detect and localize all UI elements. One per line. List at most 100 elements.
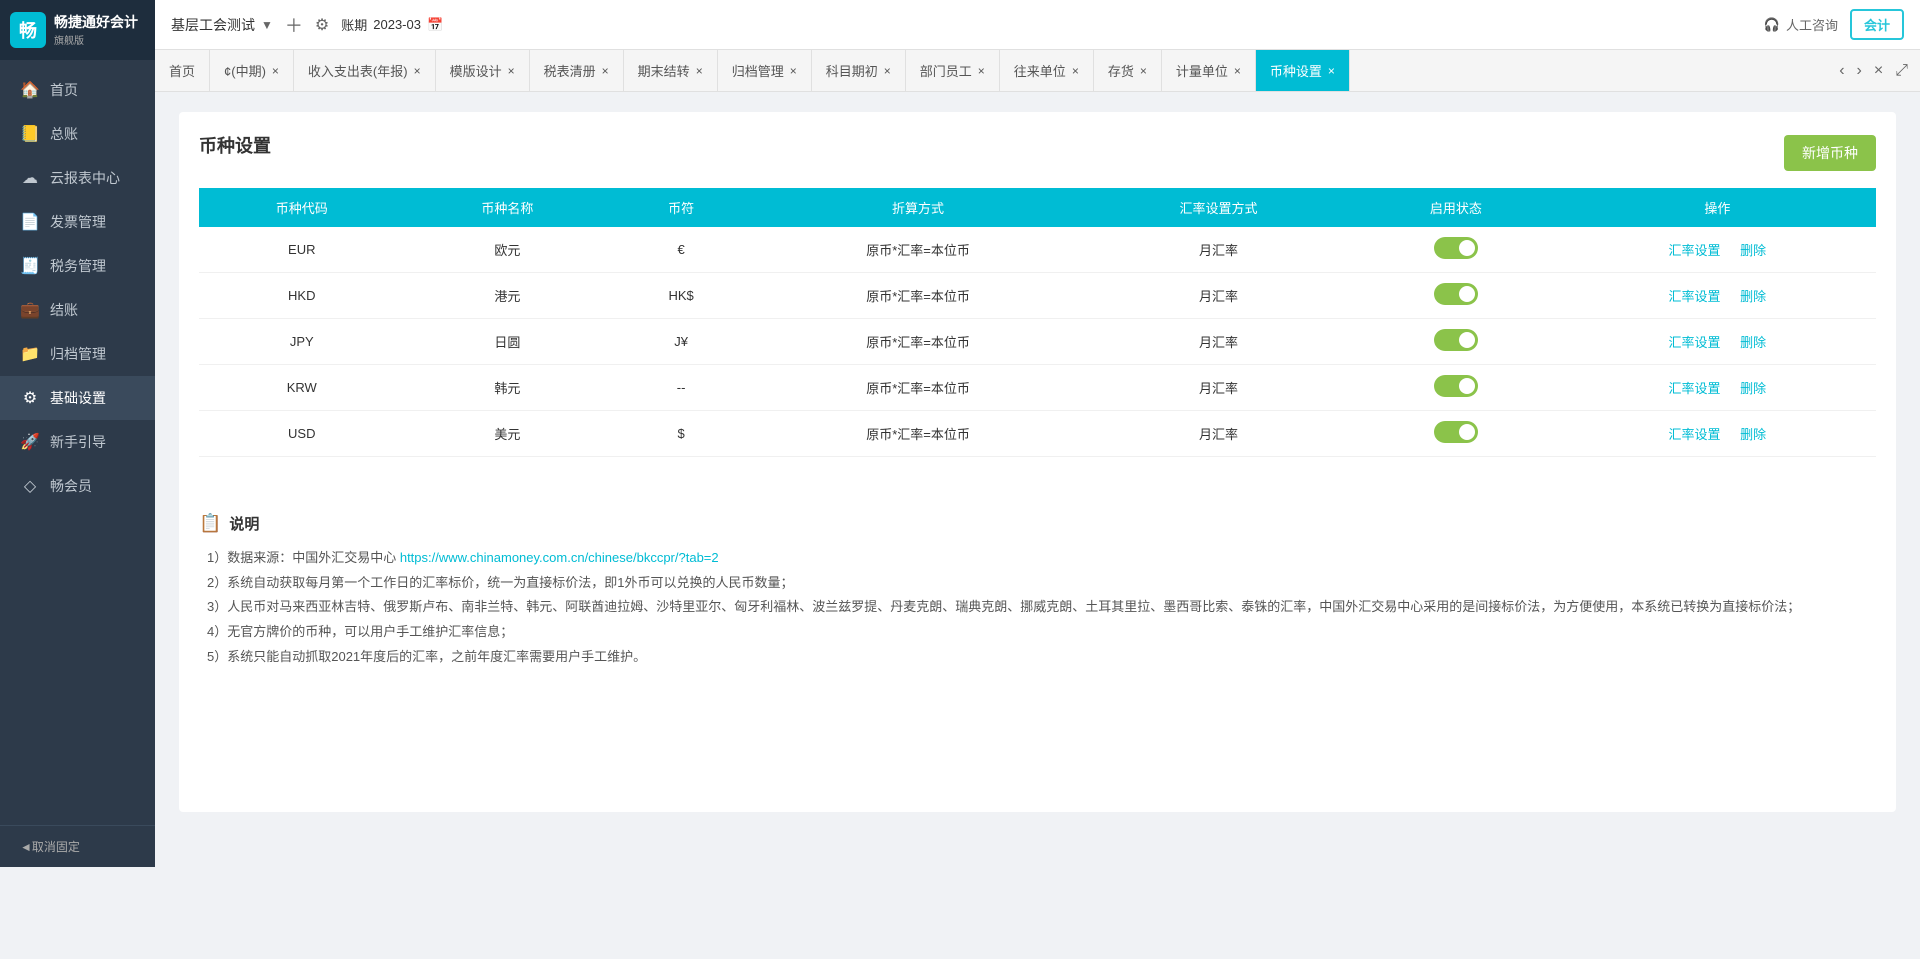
note-item-2: 2）系统自动获取每月第一个工作日的汇率标价，统一为直接标价法，即1外币可以兑换的…	[199, 571, 1876, 596]
enabled-toggle[interactable]	[1434, 375, 1478, 397]
sidebar-item-label: 归档管理	[50, 344, 106, 364]
period-label: 账期	[341, 15, 367, 34]
delete-link[interactable]: 删除	[1740, 335, 1766, 350]
company-dropdown-icon: ▼	[261, 18, 273, 32]
logo-sub: 旗舰版	[54, 32, 138, 47]
delete-link[interactable]: 删除	[1740, 243, 1766, 258]
sidebar-item-invoice[interactable]: 📄 发票管理	[0, 200, 155, 244]
table-row: HKD 港元 HK$ 原币*汇率=本位币 月汇率 汇率设置 删除	[199, 273, 1876, 319]
sidebar-item-reports[interactable]: ☁ 云报表中心	[0, 156, 155, 200]
sidebar-item-tax[interactable]: 🧾 税务管理	[0, 244, 155, 288]
tab-period[interactable]: ¢(中期) ×	[210, 50, 294, 92]
tab-nav-next[interactable]: ›	[1853, 60, 1866, 82]
cell-calc: 原币*汇率=本位币	[752, 365, 1084, 411]
sidebar-item-home[interactable]: 🏠 首页	[0, 68, 155, 112]
cell-rate-type: 月汇率	[1084, 411, 1353, 457]
enabled-toggle[interactable]	[1434, 237, 1478, 259]
cell-symbol: $	[610, 411, 752, 457]
tab-label: 存货	[1108, 61, 1134, 80]
tab-label: 科目期初	[826, 61, 878, 80]
tab-currency[interactable]: 币种设置 ×	[1256, 50, 1350, 92]
period-value: 2023-03	[373, 17, 421, 32]
tab-template[interactable]: 模版设计 ×	[436, 50, 530, 92]
sidebar-item-checkout[interactable]: 💼 结账	[0, 288, 155, 332]
tab-archive[interactable]: 归档管理 ×	[718, 50, 812, 92]
tab-close-icon[interactable]: ×	[1328, 64, 1335, 78]
delete-link[interactable]: 删除	[1740, 427, 1766, 442]
cell-actions: 汇率设置 删除	[1559, 227, 1876, 273]
rate-settings-link[interactable]: 汇率设置	[1669, 289, 1721, 304]
tab-close-icon[interactable]: ×	[1072, 64, 1079, 78]
rate-settings-link[interactable]: 汇率设置	[1669, 243, 1721, 258]
sidebar-item-archive[interactable]: 📁 归档管理	[0, 332, 155, 376]
tab-close-icon[interactable]: ×	[884, 64, 891, 78]
sidebar-item-label: 基础设置	[50, 388, 106, 408]
cell-rate-type: 月汇率	[1084, 365, 1353, 411]
sidebar-pin-toggle[interactable]: ◄取消固定	[0, 825, 155, 867]
rate-settings-link[interactable]: 汇率设置	[1669, 381, 1721, 396]
tab-nav-prev[interactable]: ‹	[1835, 60, 1848, 82]
sidebar-item-guide[interactable]: 🚀 新手引导	[0, 420, 155, 464]
tab-units[interactable]: 计量单位 ×	[1162, 50, 1256, 92]
tab-department[interactable]: 部门员工 ×	[906, 50, 1000, 92]
header: 基层工会测试 ▼ ＋ ⚙ 账期 2023-03 📅 🎧 人工咨询 会计	[155, 0, 1920, 50]
tab-subject-initial[interactable]: 科目期初 ×	[812, 50, 906, 92]
tab-income[interactable]: 收入支出表(年报) ×	[294, 50, 436, 92]
company-name: 基层工会测试	[171, 15, 255, 35]
delete-link[interactable]: 删除	[1740, 289, 1766, 304]
notes-title: 📋 说明	[199, 513, 1876, 534]
chinamoney-link[interactable]: https://www.chinamoney.com.cn/chinese/bk…	[400, 550, 719, 565]
table-row: JPY 日圆 J¥ 原币*汇率=本位币 月汇率 汇率设置 删除	[199, 319, 1876, 365]
tab-close-icon[interactable]: ×	[1140, 64, 1147, 78]
col-header-rate-type: 汇率设置方式	[1084, 188, 1353, 227]
tab-inventory[interactable]: 存货 ×	[1094, 50, 1162, 92]
sidebar-item-label: 畅会员	[50, 476, 92, 496]
calendar-icon: 📅	[427, 17, 443, 33]
home-icon: 🏠	[20, 80, 40, 100]
tab-label: 首页	[169, 61, 195, 80]
sidebar-item-settings[interactable]: ⚙ 基础设置	[0, 376, 155, 420]
tab-expand-icon[interactable]: ⤢	[1891, 60, 1912, 82]
cell-status	[1353, 227, 1559, 273]
account-button[interactable]: 会计	[1850, 9, 1904, 40]
rate-settings-link[interactable]: 汇率设置	[1669, 427, 1721, 442]
tax-icon: 🧾	[20, 256, 40, 276]
add-tab-button[interactable]: ＋	[285, 12, 303, 38]
tab-period-end[interactable]: 期末结转 ×	[624, 50, 718, 92]
tab-contacts[interactable]: 往来单位 ×	[1000, 50, 1094, 92]
logo-icon: 畅	[10, 12, 46, 48]
tab-label: 税表清册	[544, 61, 596, 80]
main-content: 币种设置 新增币种 币种代码 币种名称 币符 折算方式 汇率设置方式 启用状态 …	[155, 92, 1920, 867]
cell-code: JPY	[199, 319, 405, 365]
sidebar-item-label: 总账	[50, 124, 78, 144]
delete-link[interactable]: 删除	[1740, 381, 1766, 396]
tab-close-icon[interactable]: ×	[790, 64, 797, 78]
enabled-toggle[interactable]	[1434, 283, 1478, 305]
sidebar-item-ledger[interactable]: 📒 总账	[0, 112, 155, 156]
tab-home[interactable]: 首页	[155, 50, 210, 92]
tab-label: 币种设置	[1270, 61, 1322, 80]
tab-close-icon[interactable]: ×	[1234, 64, 1241, 78]
config-icon[interactable]: ⚙	[315, 15, 329, 35]
logo-name: 畅捷通好会计	[54, 13, 138, 31]
sidebar-item-member[interactable]: ◇ 畅会员	[0, 464, 155, 508]
rate-settings-link[interactable]: 汇率设置	[1669, 335, 1721, 350]
cell-actions: 汇率设置 删除	[1559, 319, 1876, 365]
enabled-toggle[interactable]	[1434, 329, 1478, 351]
sidebar-nav: 🏠 首页 📒 总账 ☁ 云报表中心 📄 发票管理 🧾 税务管理 💼 结账 📁 归…	[0, 60, 155, 825]
tab-close-all-icon[interactable]: ×	[1870, 60, 1887, 82]
tab-close-icon[interactable]: ×	[696, 64, 703, 78]
tab-close-icon[interactable]: ×	[978, 64, 985, 78]
tab-close-icon[interactable]: ×	[508, 64, 515, 78]
service-button[interactable]: 🎧 人工咨询	[1764, 15, 1838, 34]
tab-tax[interactable]: 税表清册 ×	[530, 50, 624, 92]
period-selector[interactable]: 账期 2023-03 📅	[341, 15, 443, 34]
company-selector[interactable]: 基层工会测试 ▼	[171, 15, 273, 35]
currency-table: 币种代码 币种名称 币符 折算方式 汇率设置方式 启用状态 操作 EUR 欧元 …	[199, 188, 1876, 457]
enabled-toggle[interactable]	[1434, 421, 1478, 443]
tab-close-icon[interactable]: ×	[602, 64, 609, 78]
new-currency-button[interactable]: 新增币种	[1784, 135, 1876, 171]
service-label: 人工咨询	[1786, 15, 1838, 34]
tab-close-icon[interactable]: ×	[414, 64, 421, 78]
tab-close-icon[interactable]: ×	[272, 64, 279, 78]
